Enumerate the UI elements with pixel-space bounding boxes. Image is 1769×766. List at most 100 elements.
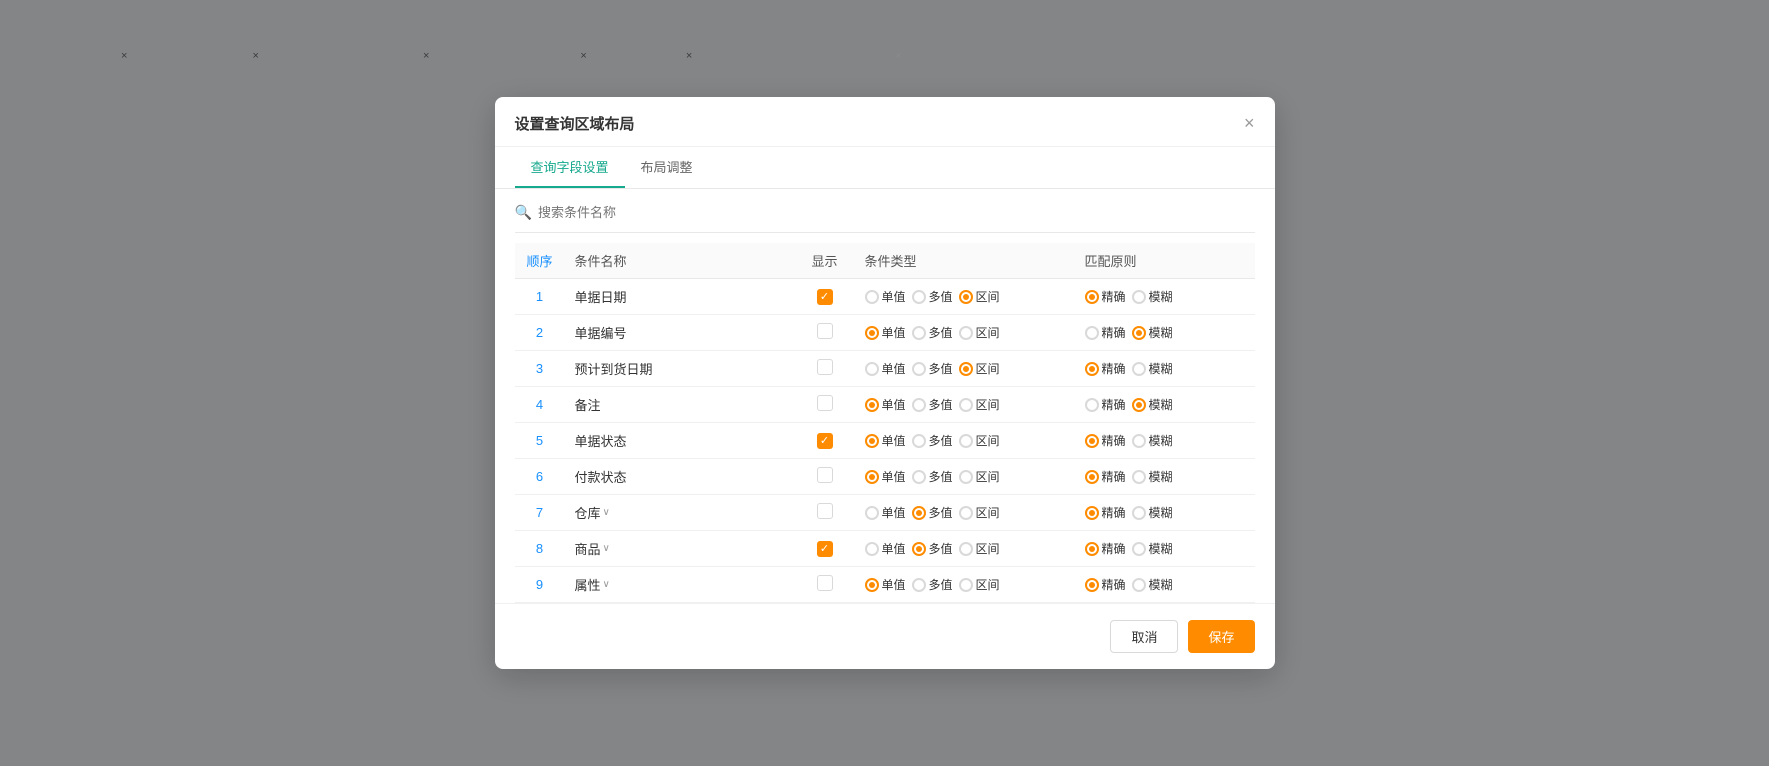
match-exact[interactable]: 精确 [1085,468,1126,485]
search-row: 🔍 [515,201,1255,233]
modal-overlay: 设置查询区域布局 × 查询字段设置 布局调整 🔍 [0,0,1769,766]
type-single[interactable]: 单值 [865,540,906,557]
row-order: 2 [515,315,565,351]
display-checkbox[interactable]: ✓ [817,433,833,449]
display-checkbox[interactable] [817,359,833,375]
type-single[interactable]: 单值 [865,396,906,413]
match-exact[interactable]: 精确 [1085,576,1126,593]
type-single[interactable]: 单值 [865,468,906,485]
dialog-header: 设置查询区域布局 × [495,97,1275,147]
match-exact[interactable]: 精确 [1085,432,1126,449]
save-btn[interactable]: 保存 [1188,620,1254,653]
type-range[interactable]: 区间 [959,468,1000,485]
dialog-close-btn[interactable]: × [1244,113,1255,134]
match-exact[interactable]: 精确 [1085,396,1126,413]
col-header-match: 匹配原则 [1075,243,1255,279]
dialog-tab-layout[interactable]: 布局调整 [625,147,709,188]
radio-fuzzy-dot [1132,506,1146,520]
radio-range-dot [959,290,973,304]
match-exact[interactable]: 精确 [1085,360,1126,377]
display-checkbox[interactable]: ✓ [817,541,833,557]
row-type: 单值 多值 区间 [855,459,1075,495]
radio-range-dot [959,362,973,376]
type-range[interactable]: 区间 [959,396,1000,413]
row-match: 精确 模糊 [1075,279,1255,315]
match-exact[interactable]: 精确 [1085,540,1126,557]
row-display [795,351,855,387]
display-checkbox[interactable] [817,467,833,483]
type-multi[interactable]: 多值 [912,324,953,341]
type-multi[interactable]: 多值 [912,288,953,305]
match-fuzzy[interactable]: 模糊 [1132,540,1173,557]
radio-range-dot [959,506,973,520]
type-multi[interactable]: 多值 [912,468,953,485]
cancel-btn[interactable]: 取消 [1110,620,1178,653]
type-range[interactable]: 区间 [959,288,1000,305]
expand-icon[interactable]: ∨ [603,543,610,554]
radio-multi-dot [912,398,926,412]
match-fuzzy[interactable]: 模糊 [1132,324,1173,341]
type-single[interactable]: 单值 [865,324,906,341]
display-checkbox[interactable] [817,323,833,339]
row-name: 单据日期 [565,279,795,315]
row-type: 单值 多值 区间 [855,531,1075,567]
type-multi[interactable]: 多值 [912,360,953,377]
type-single[interactable]: 单值 [865,432,906,449]
row-name: 付款状态 [565,459,795,495]
type-single[interactable]: 单值 [865,360,906,377]
type-single[interactable]: 单值 [865,288,906,305]
radio-exact-dot [1085,506,1099,520]
type-range[interactable]: 区间 [959,432,1000,449]
row-name: 单据编号 [565,315,795,351]
row-type: 单值 多值 区间 [855,279,1075,315]
row-match: 精确 模糊 [1075,459,1255,495]
match-exact[interactable]: 精确 [1085,504,1126,521]
display-checkbox[interactable] [817,503,833,519]
match-fuzzy[interactable]: 模糊 [1132,576,1173,593]
match-fuzzy[interactable]: 模糊 [1132,432,1173,449]
type-multi[interactable]: 多值 [912,576,953,593]
expand-icon[interactable]: ∨ [603,579,610,590]
row-display [795,315,855,351]
match-exact[interactable]: 精确 [1085,324,1126,341]
type-range[interactable]: 区间 [959,576,1000,593]
type-single[interactable]: 单值 [865,576,906,593]
row-order: 7 [515,495,565,531]
type-single[interactable]: 单值 [865,504,906,521]
conditions-table: 顺序 条件名称 显示 条件类型 匹配原则 1 单据日期 [515,243,1255,603]
radio-exact-dot [1085,578,1099,592]
match-fuzzy[interactable]: 模糊 [1132,396,1173,413]
radio-multi-dot [912,362,926,376]
type-multi[interactable]: 多值 [912,504,953,521]
radio-single-dot [865,470,879,484]
match-fuzzy[interactable]: 模糊 [1132,468,1173,485]
display-checkbox[interactable]: ✓ [817,289,833,305]
table-row: 3 预计到货日期 单值 [515,351,1255,387]
radio-exact-dot [1085,290,1099,304]
type-multi[interactable]: 多值 [912,432,953,449]
expand-icon[interactable]: ∨ [603,507,610,518]
row-match: 精确 模糊 [1075,423,1255,459]
type-multi[interactable]: 多值 [912,540,953,557]
match-fuzzy[interactable]: 模糊 [1132,360,1173,377]
radio-range-dot [959,398,973,412]
row-name: 仓库 ∨ [565,495,795,531]
search-input[interactable] [538,201,1255,224]
type-range[interactable]: 区间 [959,504,1000,521]
dialog-tab-fields[interactable]: 查询字段设置 [515,147,625,188]
display-checkbox[interactable] [817,575,833,591]
type-range[interactable]: 区间 [959,360,1000,377]
match-exact[interactable]: 精确 [1085,288,1126,305]
type-range[interactable]: 区间 [959,540,1000,557]
radio-range-dot [959,470,973,484]
type-multi[interactable]: 多值 [912,396,953,413]
match-fuzzy[interactable]: 模糊 [1132,288,1173,305]
display-checkbox[interactable] [817,395,833,411]
radio-multi-dot [912,470,926,484]
type-range[interactable]: 区间 [959,324,1000,341]
table-row: 9 属性 ∨ [515,567,1255,603]
row-name: 商品 ∨ [565,531,795,567]
match-fuzzy[interactable]: 模糊 [1132,504,1173,521]
row-order: 8 [515,531,565,567]
radio-exact-dot [1085,470,1099,484]
